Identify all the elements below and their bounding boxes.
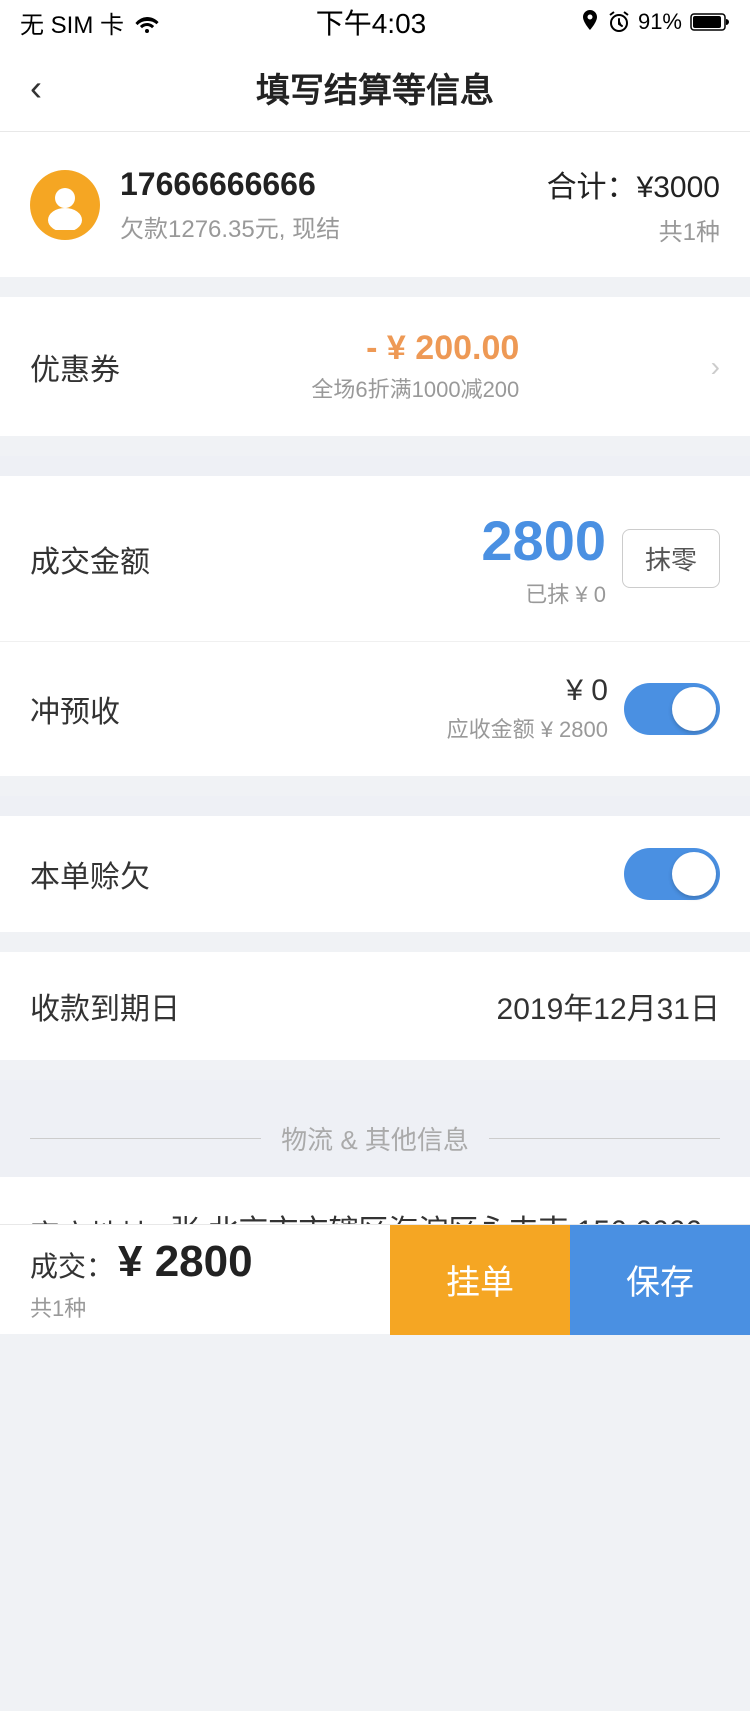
deal-amount-value-wrap: 2800 已抹 ¥ 0 抹零 xyxy=(481,508,720,609)
logistics-line-right xyxy=(489,1138,720,1139)
status-right: 91% xyxy=(580,9,730,35)
page-title: 填写结算等信息 xyxy=(256,63,494,112)
divider-1 xyxy=(0,456,750,476)
nav-bar: ‹ 填写结算等信息 xyxy=(0,44,750,132)
customer-phone: 17666666666 xyxy=(120,166,340,203)
chong-value: ¥ 0 xyxy=(447,674,608,708)
status-bar: 无 SIM 卡 下午4:03 91% xyxy=(0,0,750,44)
chong-amounts: ¥ 0 应收金额 ¥ 2800 xyxy=(447,674,608,744)
bottom-bar: 成交： ¥ 2800 共1种 挂单 保存 xyxy=(0,1224,750,1334)
battery-percent: 91% xyxy=(638,9,682,35)
user-icon xyxy=(40,180,90,230)
round-zero-button[interactable]: 抹零 xyxy=(622,529,720,588)
coupon-value: - ¥ 200.00 xyxy=(311,329,519,368)
chong-yushou-row: 冲预收 ¥ 0 应收金额 ¥ 2800 xyxy=(0,642,750,776)
coupon-detail: 全场6折满1000减200 xyxy=(311,372,519,404)
bottom-count: 共1种 xyxy=(30,1291,360,1323)
chong-toggle[interactable] xyxy=(624,683,720,735)
sim-status: 无 SIM 卡 xyxy=(20,5,124,40)
total-count: 共1种 xyxy=(547,212,720,247)
hold-order-button[interactable]: 挂单 xyxy=(390,1225,570,1335)
credit-label: 本单赊欠 xyxy=(30,852,150,896)
bottom-deal-label: 成交： xyxy=(30,1245,114,1285)
credit-row: 本单赊欠 xyxy=(0,816,750,932)
bottom-summary: 成交： ¥ 2800 共1种 xyxy=(0,1237,390,1323)
content-area: 17666666666 欠款1276.35元, 现结 合计：¥3000 共1种 … xyxy=(0,132,750,1711)
customer-debt: 欠款1276.35元, 现结 xyxy=(120,209,340,244)
customer-card: 17666666666 欠款1276.35元, 现结 合计：¥3000 共1种 xyxy=(0,132,750,277)
location-icon xyxy=(580,10,600,34)
status-time: 下午4:03 xyxy=(316,2,427,42)
logistics-line-left xyxy=(30,1138,261,1139)
chong-value-wrap: ¥ 0 应收金额 ¥ 2800 xyxy=(447,674,720,744)
back-button[interactable]: ‹ xyxy=(30,67,42,109)
alarm-icon xyxy=(608,10,630,34)
date-value: 2019年12月31日 xyxy=(497,984,720,1028)
bottom-deal-amount: ¥ 2800 xyxy=(118,1237,253,1287)
bottom-deal-row: 成交： ¥ 2800 xyxy=(30,1237,360,1287)
date-label: 收款到期日 xyxy=(30,984,180,1028)
divider-3 xyxy=(0,1080,750,1100)
customer-info: 17666666666 欠款1276.35元, 现结 xyxy=(120,166,340,244)
coupon-row[interactable]: 优惠券 - ¥ 200.00 全场6折满1000减200 › xyxy=(0,297,750,436)
deal-amount-sub: 已抹 ¥ 0 xyxy=(481,577,606,609)
credit-section: 本单赊欠 xyxy=(0,816,750,932)
deal-amount-number: 2800 xyxy=(481,508,606,573)
customer-left: 17666666666 欠款1276.35元, 现结 xyxy=(30,166,340,244)
logistics-header: 物流 & 其他信息 xyxy=(0,1100,750,1177)
toggle-knob-credit xyxy=(672,852,716,896)
coupon-section: 优惠券 - ¥ 200.00 全场6折满1000减200 › xyxy=(0,297,750,436)
total-label: 合计： xyxy=(547,171,637,204)
battery-icon xyxy=(690,11,730,33)
deal-amount-row: 成交金额 2800 已抹 ¥ 0 抹零 xyxy=(0,476,750,642)
status-left: 无 SIM 卡 xyxy=(20,5,162,40)
coupon-arrow-icon: › xyxy=(711,351,720,383)
customer-right: 合计：¥3000 共1种 xyxy=(547,162,720,247)
date-row: 收款到期日 2019年12月31日 xyxy=(0,952,750,1060)
deal-section: 成交金额 2800 已抹 ¥ 0 抹零 冲预收 ¥ 0 应收金额 ¥ 2800 xyxy=(0,476,750,776)
chong-sub: 应收金额 ¥ 2800 xyxy=(447,712,608,744)
toggle-knob-chong xyxy=(672,687,716,731)
divider-2 xyxy=(0,796,750,816)
deal-amount-label: 成交金额 xyxy=(30,537,150,581)
total-amount: 合计：¥3000 xyxy=(547,162,720,206)
credit-toggle[interactable] xyxy=(624,848,720,900)
total-value: ¥3000 xyxy=(637,171,720,204)
chong-label: 冲预收 xyxy=(30,687,120,731)
save-button[interactable]: 保存 xyxy=(570,1225,750,1335)
coupon-label: 优惠券 xyxy=(30,345,120,389)
date-section: 收款到期日 2019年12月31日 xyxy=(0,952,750,1060)
logistics-label: 物流 & 其他信息 xyxy=(261,1120,489,1157)
wifi-icon xyxy=(132,11,162,33)
avatar xyxy=(30,170,100,240)
empty-area xyxy=(0,1351,750,1591)
